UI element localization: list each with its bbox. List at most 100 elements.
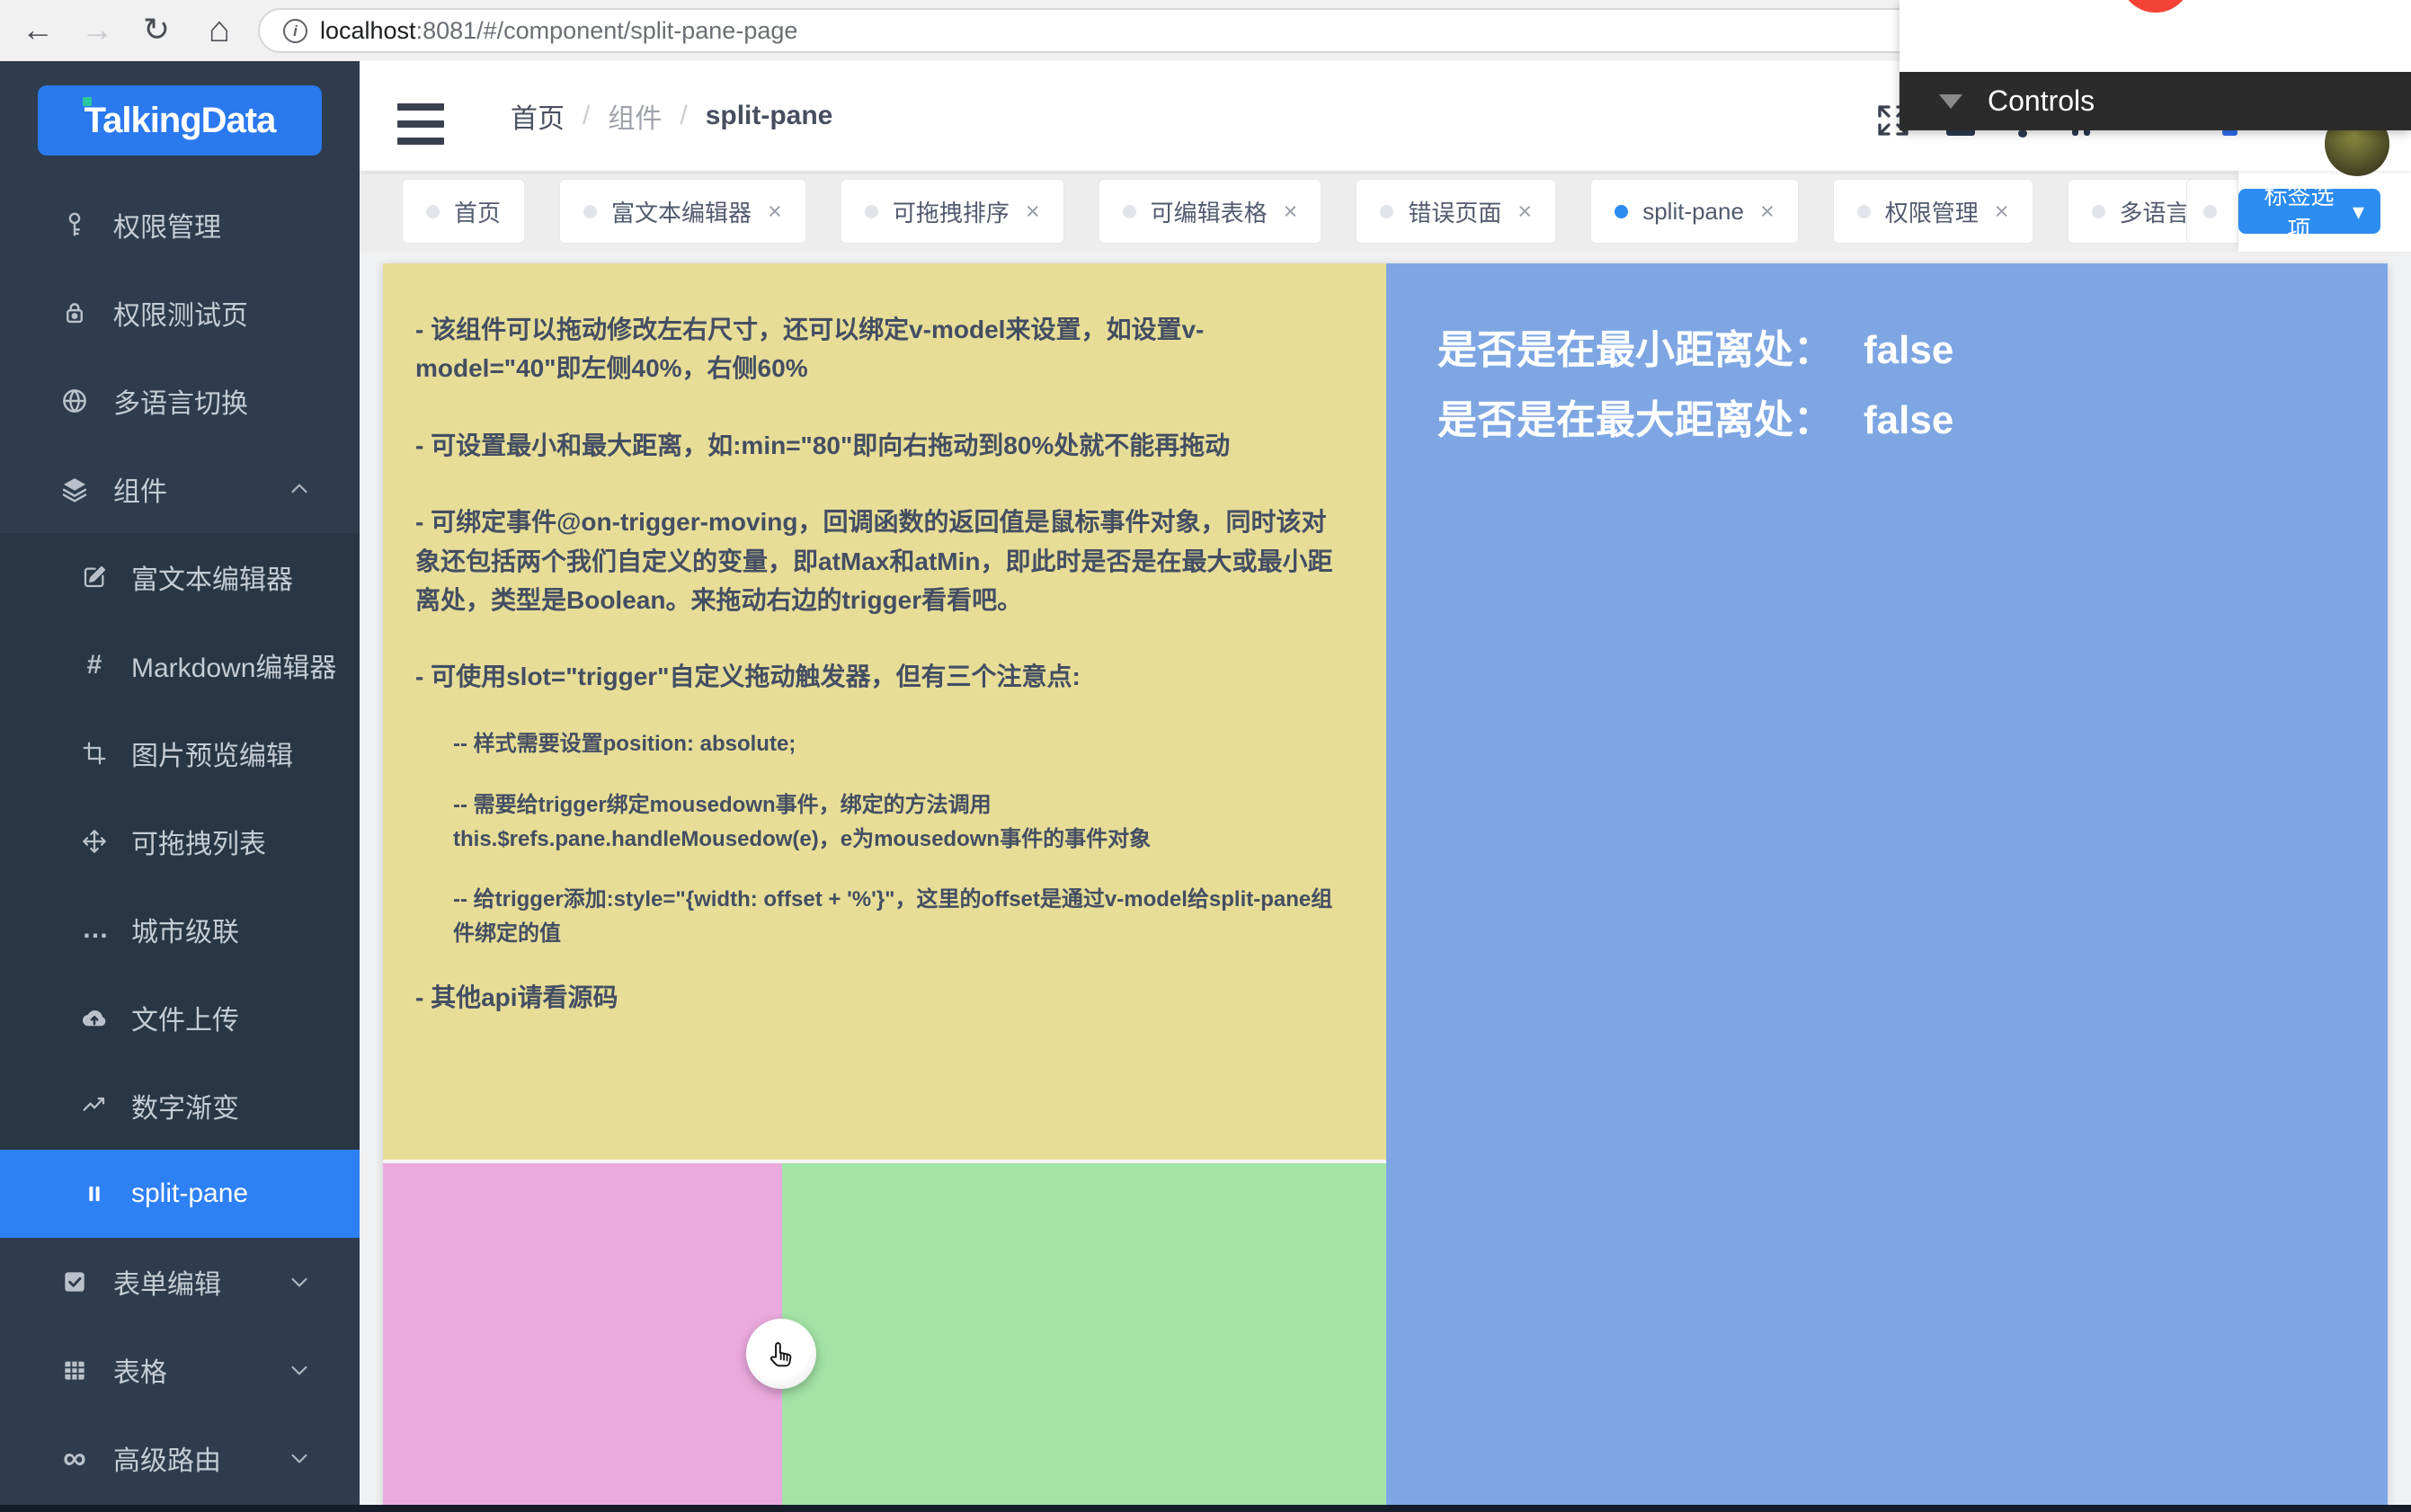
hash-icon: # — [86, 650, 102, 680]
status-label: 是否是在最小距离处： — [1437, 328, 1833, 372]
sidebar-item-label: 高级路由 — [113, 1446, 221, 1476]
sidebar-item-permission-test[interactable]: 权限测试页 — [0, 269, 360, 357]
sidebar-item-rich-text-editor[interactable]: 富文本编辑器 — [0, 533, 360, 621]
lock-icon — [59, 298, 90, 328]
close-icon[interactable]: × — [1995, 198, 2009, 226]
sidebar-item-tables[interactable]: 表格 — [0, 1326, 360, 1414]
overlay-top-area — [1899, 0, 2411, 72]
sidebar-item-permissions[interactable]: 权限管理 — [0, 181, 360, 269]
sidebar-item-number-gradient[interactable]: 数字渐变 — [0, 1062, 360, 1150]
tab-split-pane[interactable]: split-pane × — [1590, 179, 1799, 244]
tab-dot — [426, 204, 440, 218]
page-content: - 该组件可以拖动修改左右尺寸，还可以绑定v-model来设置，如设置v-mod… — [360, 252, 2411, 1512]
tab-dot — [1122, 204, 1136, 218]
doc-sub-bullet: -- 样式需要设置position: absolute; — [453, 731, 796, 756]
doc-bullet: - 可设置最小和最大距离，如:min="80"即向右拖动到80%处就不能再拖动 — [415, 431, 1231, 459]
tab-label: 首页 — [454, 199, 502, 227]
status-label: 是否是在最大距离处： — [1437, 398, 1833, 442]
close-icon[interactable]: × — [768, 198, 782, 226]
infinity-icon: ∞ — [63, 1439, 86, 1476]
doc-footer-bullet: - 其他api请看源码 — [415, 983, 618, 1012]
controls-bar[interactable]: Controls — [1899, 72, 2411, 130]
globe-icon — [59, 386, 90, 416]
status-value: false — [1864, 328, 1954, 372]
tab-rich-text-editor[interactable]: 富文本编辑器 × — [559, 179, 806, 244]
breadcrumb-components[interactable]: 组件 — [608, 96, 662, 136]
tab-error-page[interactable]: 错误页面 × — [1356, 179, 1557, 244]
layers-icon — [59, 474, 90, 504]
url-text: localhost:8081/#/component/split-pane-pa… — [320, 17, 797, 45]
tab-editable-table[interactable]: 可编辑表格 × — [1098, 179, 1322, 244]
checkbox-icon — [59, 1267, 90, 1297]
tab-home[interactable]: 首页 — [402, 179, 526, 244]
tab-permissions[interactable]: 权限管理 × — [1832, 179, 2033, 244]
app-logo[interactable]: TalkingData — [38, 85, 322, 156]
close-icon[interactable]: × — [1517, 198, 1532, 226]
chevron-down-icon — [286, 1356, 313, 1383]
tab-dot — [864, 204, 878, 218]
sidebar-item-image-editor[interactable]: 图片预览编辑 — [0, 709, 360, 797]
status-line-min: 是否是在最小距离处： false — [1437, 316, 2388, 386]
tab-partial — [2186, 179, 2238, 244]
table-icon — [59, 1355, 90, 1385]
browser-back-icon[interactable]: ← — [16, 9, 59, 52]
sidebar-menu: 权限管理 权限测试页 多语言切换 组件 富文本编辑器 # Markdown编辑器… — [0, 181, 360, 1502]
browser-reload-icon[interactable]: ↻ — [135, 9, 178, 52]
breadcrumb-current: split-pane — [705, 101, 833, 130]
sidebar-item-form-edit[interactable]: 表单编辑 — [0, 1238, 360, 1326]
tab-label: 可编辑表格 — [1150, 199, 1268, 227]
key-icon — [59, 209, 90, 240]
tags-options-button[interactable]: 标签选项 ▾ — [2238, 182, 2380, 243]
sidebar-item-i18n[interactable]: 多语言切换 — [0, 357, 360, 445]
close-icon[interactable]: × — [1026, 198, 1040, 226]
page-info-icon[interactable]: i — [283, 18, 307, 43]
ellipsis-icon: … — [82, 914, 109, 944]
tags-options-panel: 标签选项 ▾ — [2238, 171, 2411, 252]
sidebar-item-markdown-editor[interactable]: # Markdown编辑器 — [0, 621, 360, 709]
doc-bullet: - 可使用slot="trigger"自定义拖动触发器，但有三个注意点: — [415, 663, 1081, 691]
sidebar-item-components[interactable]: 组件 — [0, 445, 360, 533]
browser-home-icon[interactable]: ⌂ — [198, 9, 241, 52]
logo-text: TalkingData — [82, 96, 276, 141]
sidebar-item-split-pane[interactable]: split-pane — [0, 1150, 360, 1238]
doc-sub-bullet: -- 需要给trigger绑定mousedown事件，绑定的方法调用this.$… — [453, 792, 1152, 851]
controls-title: Controls — [1988, 84, 2095, 117]
close-icon[interactable]: × — [1760, 198, 1775, 226]
components-submenu: 富文本编辑器 # Markdown编辑器 图片预览编辑 可拖拽列表 … 城市级联 — [0, 533, 360, 1238]
tags-options-label: 标签选项 — [2264, 182, 2335, 243]
sidebar-item-city-cascader[interactable]: … 城市级联 — [0, 885, 360, 974]
breadcrumb: 首页 / 组件 / split-pane — [511, 61, 832, 171]
chevron-down-icon — [286, 1268, 313, 1295]
status-line-max: 是否是在最大距离处： false — [1437, 386, 2388, 456]
close-icon[interactable]: × — [1284, 198, 1298, 226]
sidebar-item-label: 可拖拽列表 — [131, 830, 266, 859]
nested-pane-right-green — [782, 1163, 1386, 1505]
sidebar-item-label: Markdown编辑器 — [131, 654, 337, 683]
split-pane-trigger-handle[interactable] — [746, 1319, 816, 1389]
nested-pane-left-pink — [383, 1163, 782, 1505]
chevron-down-icon: ▾ — [2352, 197, 2364, 225]
chevron-down-icon — [1939, 93, 1962, 109]
sidebar-item-label: 多语言切换 — [113, 389, 248, 419]
tab-label: 权限管理 — [1884, 199, 1979, 227]
tab-dot — [1856, 204, 1871, 218]
tab-draggable-sort[interactable]: 可拖拽排序 × — [840, 179, 1064, 244]
tab-dot — [2091, 204, 2105, 218]
sidebar-item-label: 城市级联 — [131, 918, 239, 947]
move-icon — [79, 826, 110, 857]
sidebar-item-draggable-list[interactable]: 可拖拽列表 — [0, 797, 360, 885]
sidebar-item-label: 数字渐变 — [131, 1094, 239, 1124]
controls-overlay: Controls — [1899, 0, 2411, 130]
menu-toggle-icon[interactable] — [397, 103, 444, 145]
sidebar-item-advanced-router[interactable]: ∞ 高级路由 — [0, 1414, 360, 1502]
sidebar-item-file-upload[interactable]: 文件上传 — [0, 974, 360, 1062]
breadcrumb-home[interactable]: 首页 — [511, 96, 565, 136]
sidebar: TalkingData 权限管理 权限测试页 多语言切换 组件 富文本编辑器 #… — [0, 61, 360, 1512]
sidebar-item-label: 权限测试页 — [113, 301, 248, 331]
url-path: :8081/#/component/split-pane-page — [415, 16, 798, 44]
record-button[interactable] — [2120, 0, 2192, 13]
tab-label: 错误页面 — [1408, 199, 1502, 227]
chevron-down-icon — [286, 1445, 313, 1472]
screen: ← → ↻ ⌂ i localhost:8081/#/component/spl… — [0, 0, 2411, 1512]
browser-forward-icon[interactable]: → — [76, 9, 119, 52]
